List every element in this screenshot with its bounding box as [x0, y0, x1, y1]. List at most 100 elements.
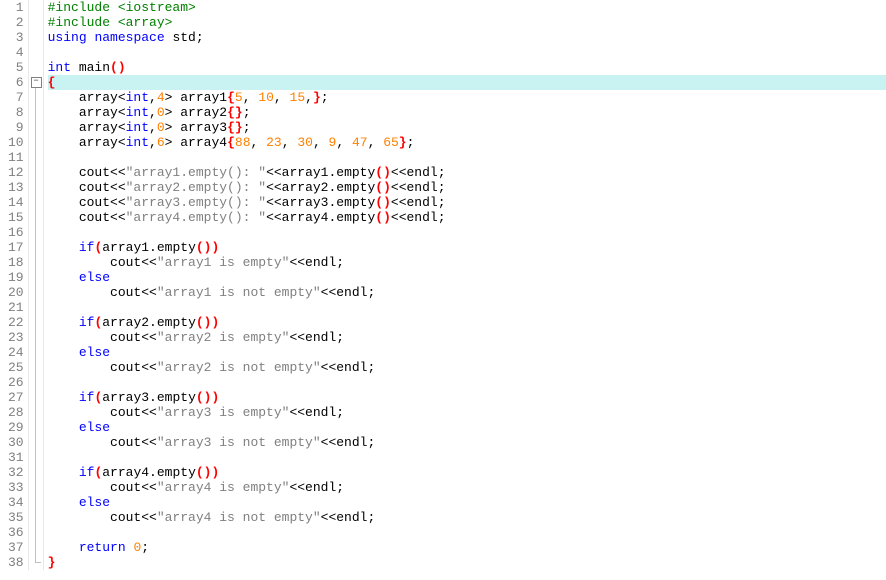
code-line[interactable] — [48, 45, 886, 60]
code-line[interactable] — [48, 150, 886, 165]
token-br: ()) — [196, 315, 219, 330]
token-kw: using — [48, 30, 87, 45]
line-number: 20 — [8, 285, 24, 300]
code-line[interactable]: #include <iostream> — [48, 0, 886, 15]
token-br: () — [375, 165, 391, 180]
fold-toggle-icon[interactable]: − — [31, 77, 42, 88]
token-br: {} — [227, 105, 243, 120]
token-str: "array4.empty(): " — [126, 210, 266, 225]
token-id: cout<< — [48, 510, 157, 525]
code-line[interactable]: else — [48, 495, 886, 510]
line-number: 37 — [8, 540, 24, 555]
line-number: 17 — [8, 240, 24, 255]
line-number: 29 — [8, 420, 24, 435]
token-num: 30 — [297, 135, 313, 150]
token-br: { — [227, 90, 235, 105]
token-num: 23 — [266, 135, 282, 150]
code-line[interactable]: if(array4.empty()) — [48, 465, 886, 480]
token-id: <<endl; — [391, 180, 446, 195]
token-str: "array2 is empty" — [157, 330, 290, 345]
code-line[interactable]: return 0; — [48, 540, 886, 555]
token-id: array< — [48, 120, 126, 135]
code-line[interactable]: else — [48, 270, 886, 285]
token-kw: int — [126, 90, 149, 105]
code-line[interactable] — [48, 300, 886, 315]
line-number: 1 — [8, 0, 24, 15]
line-number: 15 — [8, 210, 24, 225]
code-line[interactable] — [48, 225, 886, 240]
code-line[interactable]: #include <array> — [48, 15, 886, 30]
token-str: "array4 is empty" — [157, 480, 290, 495]
code-line[interactable]: cout<<"array3 is not empty"<<endl; — [48, 435, 886, 450]
token-id: cout<< — [48, 435, 157, 450]
token-id: array< — [48, 90, 126, 105]
token-num: 5 — [235, 90, 243, 105]
token-br: } — [313, 90, 321, 105]
line-number: 27 — [8, 390, 24, 405]
token-kw: if — [79, 315, 95, 330]
code-line[interactable] — [48, 450, 886, 465]
code-line[interactable]: cout<<"array4 is empty"<<endl; — [48, 480, 886, 495]
code-line[interactable] — [48, 525, 886, 540]
token-num: 47 — [352, 135, 368, 150]
line-number: 35 — [8, 510, 24, 525]
token-id: > array1 — [165, 90, 227, 105]
token-id: <<endl; — [289, 480, 344, 495]
code-line[interactable]: if(array1.empty()) — [48, 240, 886, 255]
fold-column[interactable]: − — [29, 0, 44, 570]
line-number: 26 — [8, 375, 24, 390]
line-number: 18 — [8, 255, 24, 270]
line-number: 32 — [8, 465, 24, 480]
code-line[interactable]: else — [48, 345, 886, 360]
code-line[interactable]: cout<<"array1.empty(): "<<array1.empty()… — [48, 165, 886, 180]
token-kw: int — [126, 105, 149, 120]
code-line[interactable]: array<int,4> array1{5, 10, 15,}; — [48, 90, 886, 105]
code-line[interactable]: using namespace std; — [48, 30, 886, 45]
code-line[interactable]: int main() — [48, 60, 886, 75]
code-editor: 1234567891011121314151617181920212223242… — [0, 0, 886, 570]
token-kw: if — [79, 390, 95, 405]
code-area[interactable]: #include <iostream>#include <array>using… — [44, 0, 886, 570]
token-id — [48, 240, 79, 255]
code-line[interactable] — [48, 375, 886, 390]
code-line[interactable]: cout<<"array3.empty(): "<<array3.empty()… — [48, 195, 886, 210]
token-num: 65 — [383, 135, 399, 150]
line-number: 34 — [8, 495, 24, 510]
token-id: > array4 — [165, 135, 227, 150]
token-id: , — [313, 135, 329, 150]
code-line[interactable]: if(array2.empty()) — [48, 315, 886, 330]
token-br: ()) — [196, 465, 219, 480]
code-line[interactable]: cout<<"array3 is empty"<<endl; — [48, 405, 886, 420]
line-number: 22 — [8, 315, 24, 330]
code-line[interactable]: else — [48, 420, 886, 435]
token-num: 4 — [157, 90, 165, 105]
token-id: , — [305, 90, 313, 105]
code-line[interactable]: cout<<"array2.empty(): "<<array2.empty()… — [48, 180, 886, 195]
line-number: 14 — [8, 195, 24, 210]
line-number: 31 — [8, 450, 24, 465]
code-line[interactable]: array<int,0> array3{}; — [48, 120, 886, 135]
token-id: <<endl; — [289, 405, 344, 420]
token-str: "array1 is empty" — [157, 255, 290, 270]
code-line[interactable]: { — [48, 75, 886, 90]
line-number: 36 — [8, 525, 24, 540]
token-id: ; — [243, 120, 251, 135]
token-num: 0 — [157, 105, 165, 120]
token-id — [48, 465, 79, 480]
code-line[interactable]: cout<<"array1 is empty"<<endl; — [48, 255, 886, 270]
line-number: 16 — [8, 225, 24, 240]
code-line[interactable]: array<int,6> array4{88, 23, 30, 9, 47, 6… — [48, 135, 886, 150]
code-line[interactable]: cout<<"array4 is not empty"<<endl; — [48, 510, 886, 525]
token-id: , — [243, 90, 259, 105]
code-line[interactable]: if(array3.empty()) — [48, 390, 886, 405]
code-line[interactable]: cout<<"array2 is empty"<<endl; — [48, 330, 886, 345]
code-line[interactable]: array<int,0> array2{}; — [48, 105, 886, 120]
code-line[interactable]: cout<<"array4.empty(): "<<array4.empty()… — [48, 210, 886, 225]
token-id: <<endl; — [391, 165, 446, 180]
code-line[interactable]: cout<<"array2 is not empty"<<endl; — [48, 360, 886, 375]
code-line[interactable]: cout<<"array1 is not empty"<<endl; — [48, 285, 886, 300]
token-id: , — [274, 90, 290, 105]
token-id: , — [149, 90, 157, 105]
code-line[interactable]: } — [48, 555, 886, 570]
token-id — [48, 345, 79, 360]
